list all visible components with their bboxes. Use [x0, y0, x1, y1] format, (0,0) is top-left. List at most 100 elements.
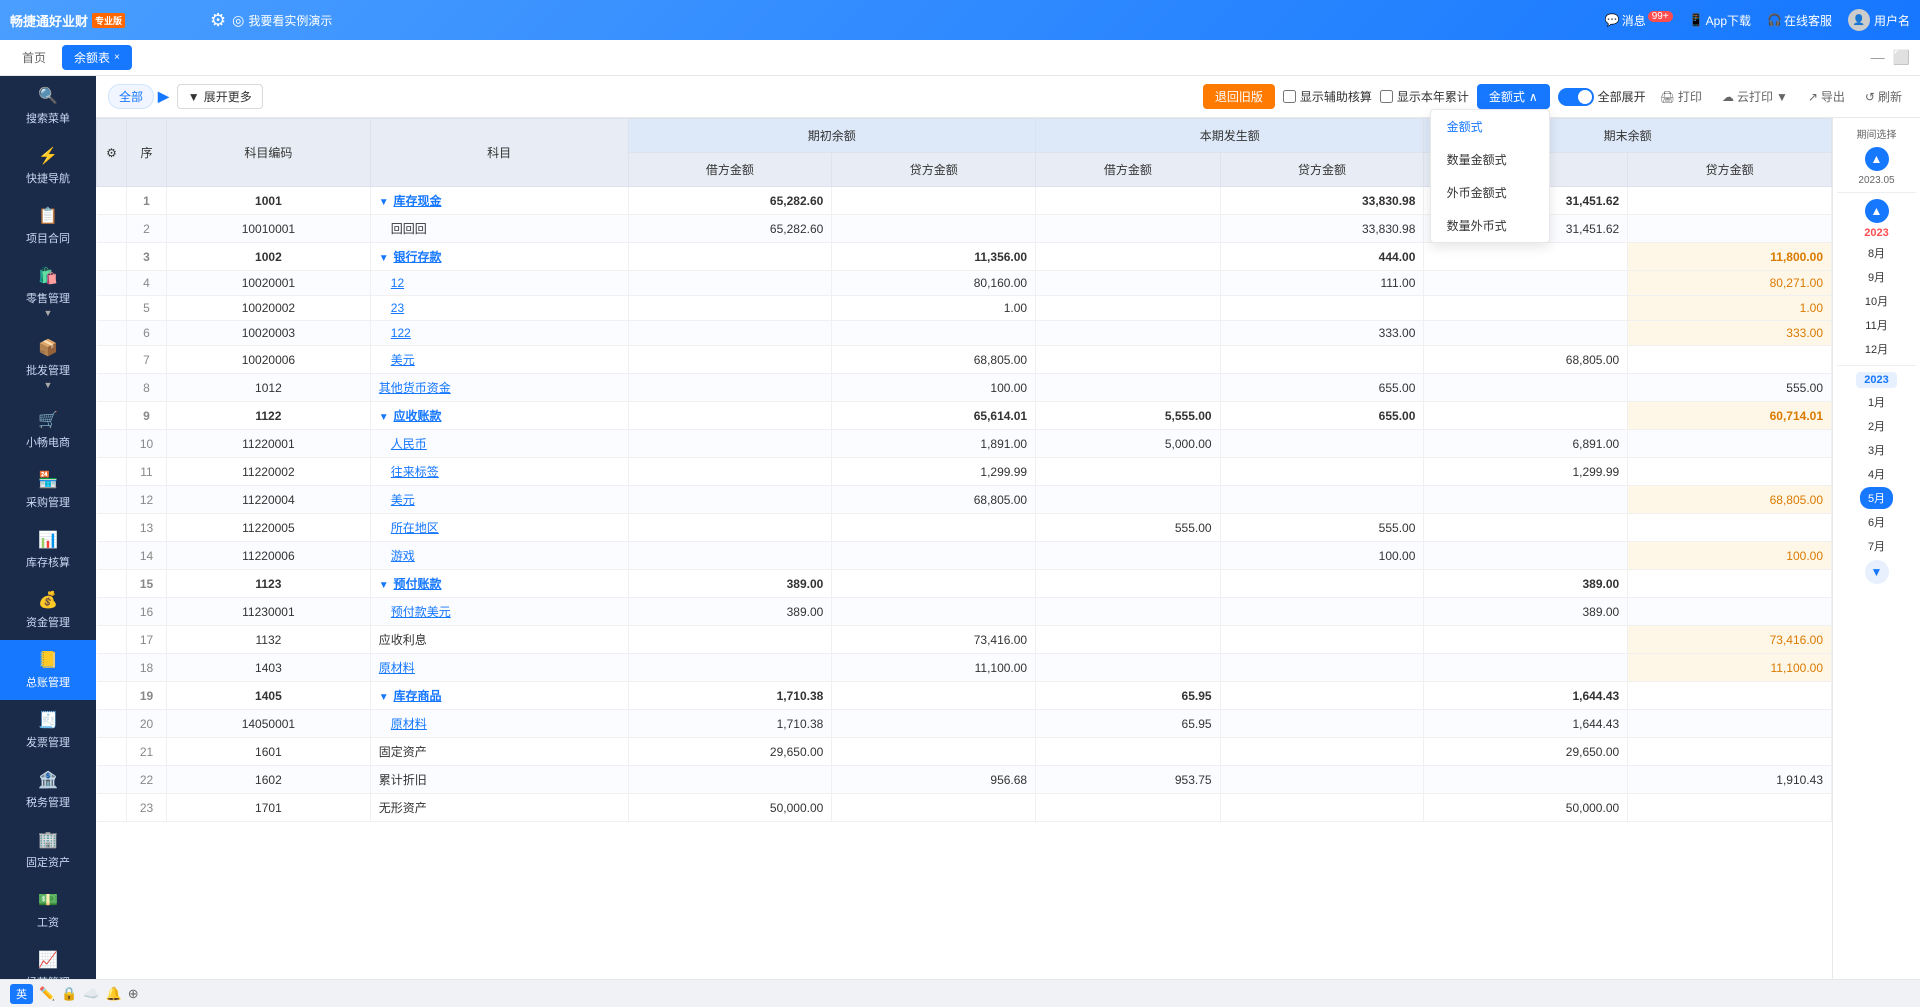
- sidebar-item-invoice[interactable]: 🧾 发票管理: [0, 700, 96, 760]
- dropdown-item-quantity[interactable]: 数量金额式: [1431, 143, 1549, 176]
- dropdown-item-quantity-foreign[interactable]: 数量外币式: [1431, 209, 1549, 242]
- jinemshi-btn[interactable]: 金额式 ∧: [1477, 84, 1550, 109]
- row-settings[interactable]: [97, 542, 127, 570]
- sidebar-item-cashflow[interactable]: 💰 资金管理: [0, 580, 96, 640]
- row-settings[interactable]: [97, 321, 127, 346]
- row-settings[interactable]: [97, 243, 127, 271]
- month-12[interactable]: 12月: [1857, 338, 1896, 360]
- row-settings[interactable]: [97, 514, 127, 542]
- row-name[interactable]: ▼ 库存商品: [370, 682, 628, 710]
- row-settings[interactable]: [97, 374, 127, 402]
- minimize-icon[interactable]: —: [1871, 49, 1885, 66]
- row-name[interactable]: ▼ 预付账款: [370, 570, 628, 598]
- expand-all-toggle[interactable]: 全部展开: [1558, 88, 1646, 106]
- period-up-btn[interactable]: ▲: [1865, 147, 1889, 171]
- lang-btn[interactable]: 英: [10, 984, 33, 1004]
- row-settings[interactable]: [97, 626, 127, 654]
- return-old-btn[interactable]: 退回旧版: [1203, 84, 1275, 109]
- user-menu[interactable]: 👤 用户名: [1848, 9, 1910, 31]
- row-settings[interactable]: [97, 486, 127, 514]
- lock-icon[interactable]: 🔒: [61, 986, 77, 1002]
- print-btn[interactable]: 🖨 打印: [1654, 85, 1708, 108]
- tab-close-btn[interactable]: ×: [114, 52, 120, 63]
- row-name[interactable]: ▼ 应收账款: [370, 402, 628, 430]
- dropdown-item-jinemshi[interactable]: 金额式: [1431, 110, 1549, 143]
- row-settings[interactable]: [97, 682, 127, 710]
- sidebar-item-ledger[interactable]: 📒 总账管理: [0, 640, 96, 700]
- month-4[interactable]: 4月: [1860, 463, 1893, 485]
- maximize-icon[interactable]: ⬜: [1893, 49, 1910, 66]
- row-settings[interactable]: [97, 738, 127, 766]
- show-assist-check[interactable]: 显示辅助核算: [1283, 88, 1372, 105]
- sidebar-item-retail[interactable]: 🛍️ 零售管理 ▼: [0, 256, 96, 328]
- online-service-btn[interactable]: 🎧 在线客服: [1767, 12, 1832, 29]
- month-8[interactable]: 8月: [1860, 242, 1893, 264]
- tab-home[interactable]: 首页: [10, 45, 58, 70]
- sidebar-item-assets[interactable]: 🏢 固定资产: [0, 820, 96, 880]
- jinemshi-dropdown-wrapper: 金额式 ∧ 金额式 数量金额式 外币金额式 数量外币式: [1477, 84, 1550, 109]
- export-btn[interactable]: ↗ 导出: [1802, 85, 1851, 108]
- sidebar-item-inventory[interactable]: 📊 库存核算: [0, 520, 96, 580]
- month-10[interactable]: 10月: [1857, 290, 1896, 312]
- row-settings[interactable]: [97, 271, 127, 296]
- month-6[interactable]: 6月: [1860, 511, 1893, 533]
- month-2[interactable]: 2月: [1860, 415, 1893, 437]
- settings-icon[interactable]: ⚙: [210, 10, 226, 31]
- sidebar-item-contract[interactable]: 📋 项目合同: [0, 196, 96, 256]
- month-9[interactable]: 9月: [1860, 266, 1893, 288]
- month-11[interactable]: 11月: [1857, 314, 1895, 336]
- row-settings[interactable]: [97, 710, 127, 738]
- year-nav-up[interactable]: ▲: [1865, 199, 1889, 223]
- row-settings[interactable]: [97, 598, 127, 626]
- period-down-btn[interactable]: ▼: [1865, 560, 1889, 584]
- message-btn[interactable]: 💬 消息 99+: [1605, 12, 1673, 29]
- month-1[interactable]: 1月: [1860, 391, 1893, 413]
- toggle-switch[interactable]: [1558, 88, 1594, 106]
- row-settings[interactable]: [97, 794, 127, 822]
- row-settings[interactable]: [97, 430, 127, 458]
- sidebar-item-tax[interactable]: 🏦 税务管理: [0, 760, 96, 820]
- month-3[interactable]: 3月: [1860, 439, 1893, 461]
- row-settings[interactable]: [97, 402, 127, 430]
- app-download-btn[interactable]: 📱 App下载: [1689, 12, 1751, 29]
- month-5[interactable]: 5月: [1860, 487, 1893, 509]
- edit-icon[interactable]: ✏️: [39, 986, 55, 1002]
- sidebar-item-payroll[interactable]: 💵 工资: [0, 880, 96, 940]
- demo-link[interactable]: ◎ 我要看实例演示: [232, 12, 332, 29]
- cloud-save-icon[interactable]: ☁️: [83, 986, 99, 1002]
- sidebar-item-purchase[interactable]: 🏪 采购管理: [0, 460, 96, 520]
- row-settings[interactable]: [97, 654, 127, 682]
- sidebar-item-operations[interactable]: 📈 经营管理: [0, 940, 96, 979]
- row-settings[interactable]: [97, 570, 127, 598]
- month-7[interactable]: 7月: [1860, 535, 1893, 557]
- dropdown-item-foreign[interactable]: 外币金额式: [1431, 176, 1549, 209]
- sidebar-item-quicknav[interactable]: ⚡ 快捷导航: [0, 136, 96, 196]
- row-name[interactable]: ▼ 银行存款: [370, 243, 628, 271]
- add-icon[interactable]: ⊕: [128, 986, 139, 1002]
- col-settings-header[interactable]: ⚙: [97, 119, 127, 187]
- nav-all-btn[interactable]: 全部: [108, 84, 154, 109]
- year-checkbox[interactable]: [1380, 90, 1393, 103]
- expand-more-btn[interactable]: ▼ 展开更多: [177, 84, 263, 109]
- tab-active[interactable]: 余额表 ×: [62, 45, 132, 70]
- row-settings[interactable]: [97, 458, 127, 486]
- row-closing_debit: [1424, 374, 1628, 402]
- sidebar-item-ecommerce[interactable]: 🛒 小畅电商: [0, 400, 96, 460]
- notification-icon[interactable]: 🔔: [106, 986, 122, 1002]
- show-year-check[interactable]: 显示本年累计: [1380, 88, 1469, 105]
- assist-checkbox[interactable]: [1283, 90, 1296, 103]
- cloud-print-btn[interactable]: ☁ 云打印 ▼: [1716, 85, 1794, 108]
- nav-right-arrow[interactable]: ▶: [158, 88, 169, 105]
- row-code: 10020003: [167, 321, 371, 346]
- row-name[interactable]: ▼ 库存现金: [370, 187, 628, 215]
- refresh-btn[interactable]: ↺ 刷新: [1859, 85, 1908, 108]
- sidebar-item-wholesale[interactable]: 📦 批发管理 ▼: [0, 328, 96, 400]
- row-settings[interactable]: [97, 766, 127, 794]
- sidebar-item-search[interactable]: 🔍 搜索菜单: [0, 76, 96, 136]
- table-wrapper[interactable]: ⚙ 序 科目编码 科目 期初余额 本期发生额 期末余额 借方金额 贷方金额 借方…: [96, 118, 1832, 979]
- row-settings[interactable]: [97, 187, 127, 215]
- row-settings[interactable]: [97, 296, 127, 321]
- row-settings[interactable]: [97, 215, 127, 243]
- row-code: 1403: [167, 654, 371, 682]
- row-settings[interactable]: [97, 346, 127, 374]
